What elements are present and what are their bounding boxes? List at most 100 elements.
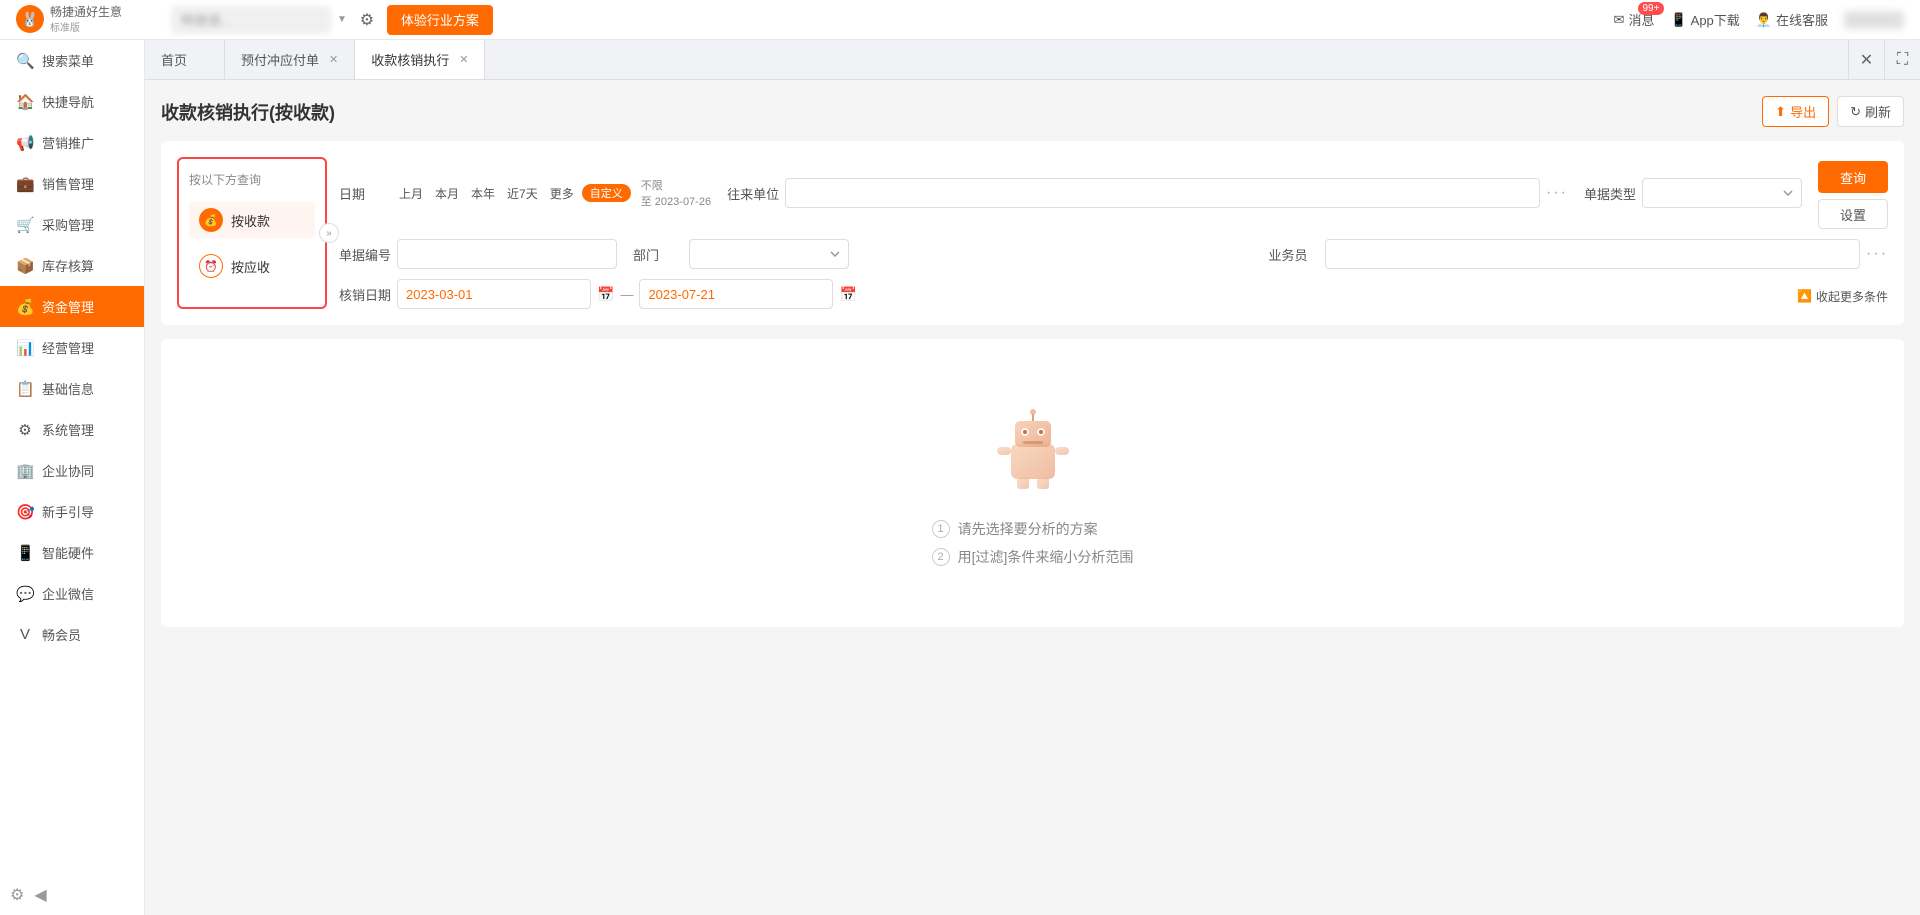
doc-type-select[interactable] xyxy=(1642,178,1802,208)
sidebar-item-marketing[interactable]: 📢 营销推广 xyxy=(0,122,144,163)
finance-icon: 💰 xyxy=(16,298,34,316)
dept-group: 部门 xyxy=(633,239,1253,269)
refresh-button[interactable]: ↻ 刷新 xyxy=(1837,96,1904,127)
sidebar-settings-icon[interactable]: ⚙ xyxy=(10,885,24,905)
counterpart-input[interactable] xyxy=(785,178,1540,208)
date-label: 日期 xyxy=(339,184,389,203)
empty-hint-2: 2 用[过滤]条件来缩小分析范围 xyxy=(932,547,1134,567)
sidebar-label-member: 畅会员 xyxy=(42,625,81,644)
doc-no-label: 单据编号 xyxy=(339,245,391,264)
query-button[interactable]: 查询 xyxy=(1818,161,1888,193)
sidebar-item-hardware[interactable]: 📱 智能硬件 xyxy=(0,532,144,573)
tab-receivable[interactable]: 收款核销执行 ✕ xyxy=(355,40,485,79)
export-icon: ⬆ xyxy=(1775,104,1786,120)
solution-button[interactable]: 体验行业方案 xyxy=(387,5,493,35)
filter-option-receivable[interactable]: ⏰ 按应收 xyxy=(189,248,315,284)
sidebar-item-purchase[interactable]: 🛒 采购管理 xyxy=(0,204,144,245)
filter-row-1: 日期 上月 本月 本年 近7天 更多 自定义 不限 至 2023-07-26 xyxy=(339,157,1888,229)
header-actions: ⬆ 导出 ↻ 刷新 xyxy=(1762,96,1904,127)
filter-panel-title: 按以下方查询 xyxy=(189,171,315,188)
hint-num-2: 2 xyxy=(932,548,950,566)
verify-date-end[interactable]: 2023-07-21 xyxy=(639,279,833,309)
page-title: 收款核销执行(按收款) xyxy=(161,99,335,125)
sidebar-label-operations: 经营管理 xyxy=(42,338,94,357)
sidebar-item-finance[interactable]: 💰 资金管理 xyxy=(0,286,144,327)
inventory-icon: 📦 xyxy=(16,257,34,275)
top-bar-right: ✉ 消息 99+ 📱 App下载 👨‍💼 在线客服 xyxy=(1614,10,1904,29)
search-icon: 🔍 xyxy=(16,52,34,70)
tab-prepay[interactable]: 预付冲应付单 ✕ xyxy=(225,40,355,79)
sidebar-label-marketing: 营销推广 xyxy=(42,133,94,152)
sidebar-item-operations[interactable]: 📊 经营管理 xyxy=(0,327,144,368)
message-item[interactable]: ✉ 消息 99+ xyxy=(1614,10,1655,29)
dept-select[interactable] xyxy=(689,239,849,269)
staff-input[interactable] xyxy=(1325,239,1861,269)
filter-collapse-arrow[interactable]: » xyxy=(319,223,339,243)
sidebar-label-inventory: 库存核算 xyxy=(42,256,94,275)
member-icon: V xyxy=(16,626,34,643)
dept-label: 部门 xyxy=(633,245,683,264)
date-dash: — xyxy=(620,287,633,302)
collapse-more-button[interactable]: 🔼 收起更多条件 xyxy=(1797,288,1888,305)
cal-start-icon[interactable]: 📅 xyxy=(597,286,614,303)
url-dropdown-arrow[interactable]: ▼ xyxy=(337,14,347,25)
tab-bar: 首页 预付冲应付单 ✕ 收款核销执行 ✕ ✕ ⛶ xyxy=(145,40,1920,80)
tab-expand-action[interactable]: ⛶ xyxy=(1884,40,1920,80)
tab-receivable-close[interactable]: ✕ xyxy=(459,53,468,66)
tab-close-action[interactable]: ✕ xyxy=(1848,40,1884,80)
filter-option-receipt[interactable]: 💰 按收款 xyxy=(189,202,315,238)
date-custom-badge[interactable]: 自定义 xyxy=(582,184,631,202)
date-more[interactable]: 更多 xyxy=(546,183,578,204)
sidebar-item-member[interactable]: V 畅会员 xyxy=(0,614,144,655)
sidebar-item-sales[interactable]: 💼 销售管理 xyxy=(0,163,144,204)
sidebar-label-quick-nav: 快捷导航 xyxy=(42,92,94,111)
user-name xyxy=(1844,11,1904,29)
sidebar-item-quick-nav[interactable]: 🏠 快捷导航 xyxy=(0,81,144,122)
online-service-icon: 👨‍💼 xyxy=(1756,12,1772,28)
date-last-month[interactable]: 上月 xyxy=(395,183,427,204)
hint-num-1: 1 xyxy=(932,520,950,538)
online-service-item[interactable]: 👨‍💼 在线客服 xyxy=(1756,10,1828,29)
settings-button[interactable]: 设置 xyxy=(1818,199,1888,229)
date-this-year[interactable]: 本年 xyxy=(467,183,499,204)
message-icon: ✉ xyxy=(1614,12,1625,28)
sidebar-item-enterprise[interactable]: 🏢 企业协同 xyxy=(0,450,144,491)
settings-btn[interactable]: ⚙ xyxy=(353,6,381,34)
staff-ellipsis[interactable]: ··· xyxy=(1866,245,1888,263)
collapse-more-icon: 🔼 xyxy=(1797,289,1812,303)
date-this-month[interactable]: 本月 xyxy=(431,183,463,204)
sidebar-label-purchase: 采购管理 xyxy=(42,215,94,234)
collapse-more-row: 🔼 收起更多条件 xyxy=(1797,288,1888,305)
refresh-label: 刷新 xyxy=(1865,102,1891,121)
empty-state: 1 请先选择要分析的方案 2 用[过滤]条件来缩小分析范围 xyxy=(161,339,1904,627)
url-input[interactable] xyxy=(171,6,331,34)
sidebar-item-guide[interactable]: 🎯 新手引导 xyxy=(0,491,144,532)
sidebar-item-system[interactable]: ⚙ 系统管理 xyxy=(0,409,144,450)
filter-receivable-icon: ⏰ xyxy=(199,254,223,278)
system-icon: ⚙ xyxy=(16,421,34,439)
verify-date-start[interactable]: 2023-03-01 xyxy=(397,279,591,309)
guide-icon: 🎯 xyxy=(16,503,34,521)
sidebar-bottom: ⚙ ◀ xyxy=(0,875,144,915)
sales-icon: 💼 xyxy=(16,175,34,193)
counterpart-ellipsis[interactable]: ··· xyxy=(1546,184,1568,202)
filter-receipt-label: 按收款 xyxy=(231,211,270,230)
sidebar-item-wechat[interactable]: 💬 企业微信 xyxy=(0,573,144,614)
sidebar-item-inventory[interactable]: 📦 库存核算 xyxy=(0,245,144,286)
filter-receivable-label: 按应收 xyxy=(231,257,270,276)
cal-end-icon[interactable]: 📅 xyxy=(839,286,856,303)
export-button[interactable]: ⬆ 导出 xyxy=(1762,96,1829,127)
date-7days[interactable]: 近7天 xyxy=(503,183,542,204)
refresh-icon: ↻ xyxy=(1850,104,1861,120)
filter-left-panel: 按以下方查询 💰 按收款 ⏰ 按应收 » xyxy=(177,157,327,309)
tab-home[interactable]: 首页 xyxy=(145,40,225,79)
sidebar-item-search[interactable]: 🔍 搜索菜单 xyxy=(0,40,144,81)
logo-icon: 🐰 xyxy=(16,5,44,33)
sidebar-collapse-icon[interactable]: ◀ xyxy=(34,885,46,905)
export-label: 导出 xyxy=(1790,102,1816,121)
app-download-item[interactable]: 📱 App下载 xyxy=(1670,10,1739,29)
tab-prepay-close[interactable]: ✕ xyxy=(329,53,338,66)
doc-no-input[interactable] xyxy=(397,239,617,269)
app-download-icon: 📱 xyxy=(1670,12,1686,28)
sidebar-item-basic-info[interactable]: 📋 基础信息 xyxy=(0,368,144,409)
